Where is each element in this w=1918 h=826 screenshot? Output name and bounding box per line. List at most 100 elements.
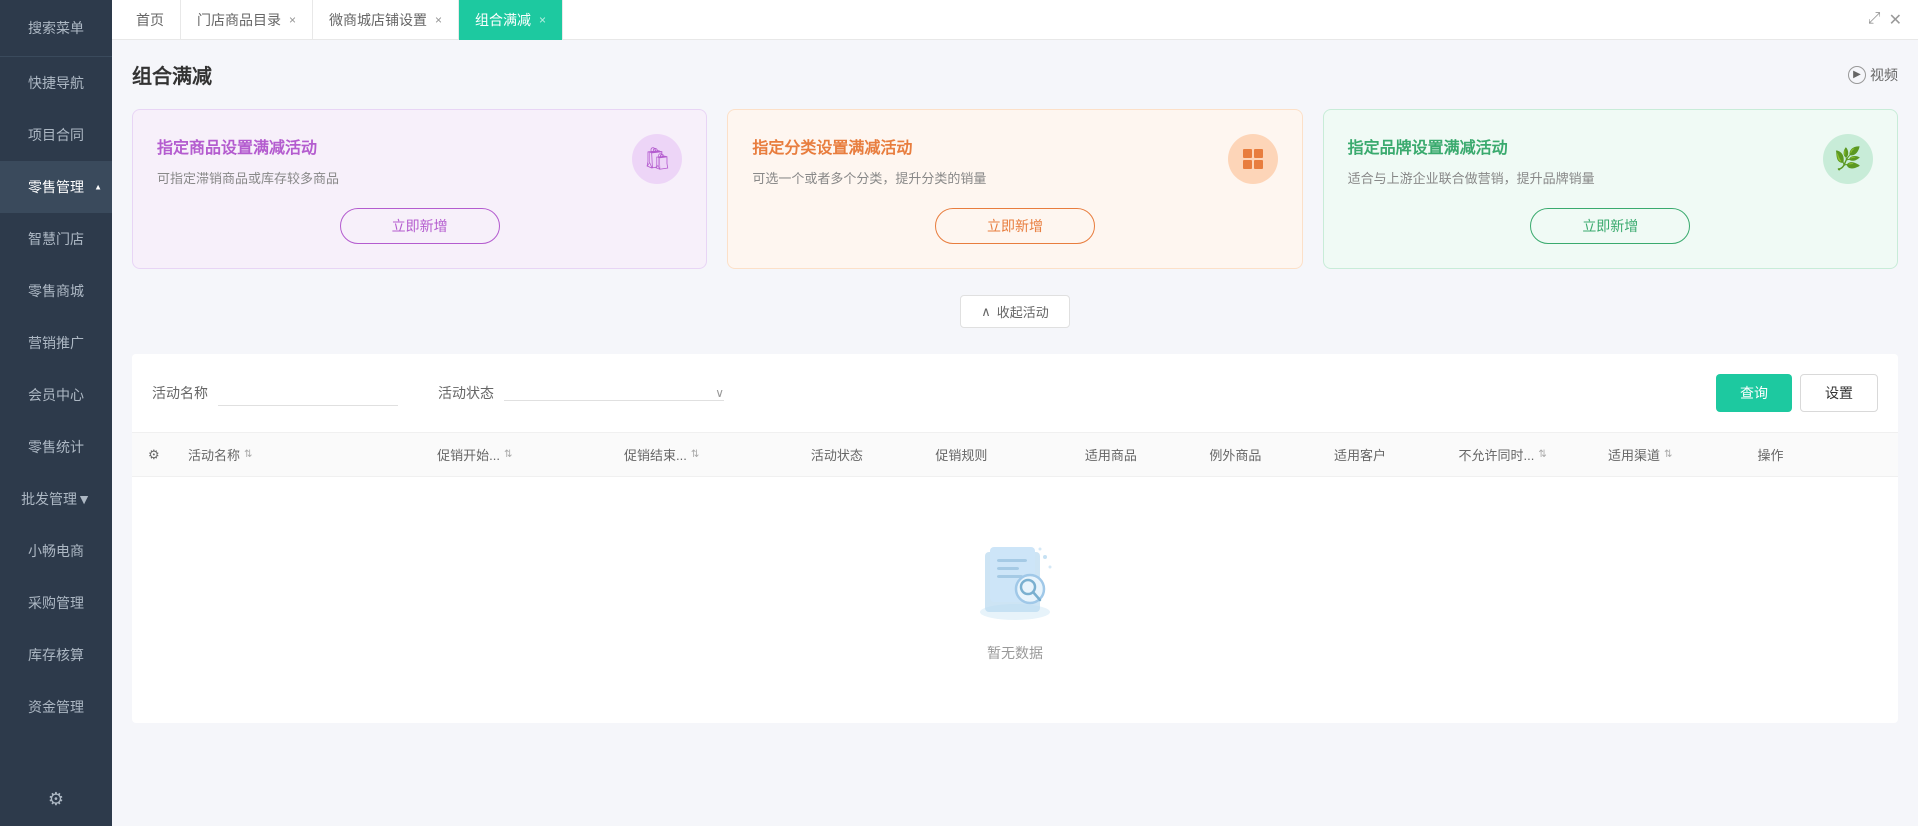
sidebar-settings[interactable]: ⚙ <box>0 773 112 826</box>
card-brand-desc: 适合与上游企业联合做营销，提升品牌销量 <box>1348 168 1873 192</box>
th-status-label: 活动状态 <box>811 445 863 464</box>
card-brand-title: 指定品牌设置满减活动 <box>1348 134 1873 158</box>
sidebar-item-retail-stats[interactable]: 零售统计 <box>0 421 112 473</box>
th-name[interactable]: 活动名称 ⇅ <box>188 445 437 464</box>
sidebar-search[interactable]: 搜索菜单 <box>0 0 112 57</box>
th-customer-label: 适用客户 <box>1334 445 1386 464</box>
cards-row: 🛍 指定商品设置满减活动 可指定滞销商品或库存较多商品 立即新增 指定分类设置满… <box>132 109 1898 269</box>
th-rule-label: 促销规则 <box>935 445 987 464</box>
th-channel[interactable]: 适用渠道 ⇅ <box>1608 445 1757 464</box>
gear-icon: ⚙ <box>148 447 160 463</box>
card-product-title: 指定商品设置满减活动 <box>157 134 682 158</box>
th-end-label: 促销结束... <box>624 445 687 464</box>
card-product-discount: 🛍 指定商品设置满减活动 可指定滞销商品或库存较多商品 立即新增 <box>132 109 707 269</box>
th-customer: 适用客户 <box>1334 445 1459 464</box>
page-header: 组合满减 ▶ 视频 <box>132 60 1898 89</box>
th-except-label: 例外商品 <box>1209 445 1261 464</box>
sidebar-item-member-center[interactable]: 会员中心 <box>0 369 112 421</box>
th-end[interactable]: 促销结束... ⇅ <box>624 445 811 464</box>
page-title: 组合满减 <box>132 60 212 89</box>
tab-product-catalog[interactable]: 门店商品目录 × <box>181 0 313 40</box>
card-category-title: 指定分类设置满减活动 <box>752 134 1277 158</box>
sidebar-item-smart-store[interactable]: 智慧门店 <box>0 213 112 265</box>
close-button[interactable]: ✕ <box>1889 10 1902 30</box>
collapse-button[interactable]: ∧ 收起活动 <box>960 295 1070 328</box>
sidebar-item-finance[interactable]: 资金管理 <box>0 681 112 733</box>
sidebar-item-inventory[interactable]: 库存核算 <box>0 629 112 681</box>
sort-icon-channel: ⇅ <box>1664 449 1672 460</box>
sort-icon-end: ⇅ <box>691 449 699 460</box>
th-notallow[interactable]: 不允许同时... ⇅ <box>1459 445 1608 464</box>
tab-wechat-store-label: 微商城店铺设置 <box>329 10 427 30</box>
tab-combo-discount[interactable]: 组合满减 × <box>459 0 563 40</box>
th-rule: 促销规则 <box>935 445 1084 464</box>
filter-name-label: 活动名称 <box>152 383 208 403</box>
empty-text: 暂无数据 <box>987 643 1043 663</box>
table-header: ⚙ 活动名称 ⇅ 促销开始... ⇅ 促销结束... ⇅ 活动状态 <box>132 432 1898 477</box>
sort-icon-start: ⇅ <box>504 449 512 460</box>
video-label: 视频 <box>1870 65 1898 85</box>
filter-name-input[interactable] <box>218 381 398 406</box>
chevron-down-icon: ∨ <box>715 386 724 400</box>
th-goods: 适用商品 <box>1085 445 1210 464</box>
sidebar-item-quick-nav[interactable]: 快捷导航 <box>0 57 112 109</box>
filter-status-text <box>504 389 715 397</box>
collapse-icon: ∧ <box>981 304 991 320</box>
query-button[interactable]: 查询 <box>1716 374 1792 412</box>
card-brand-add-button[interactable]: 立即新增 <box>1530 208 1690 244</box>
tab-bar: 首页 门店商品目录 × 微商城店铺设置 × 组合满减 × ⤢ ✕ <box>112 0 1918 40</box>
th-action: 操作 <box>1757 445 1882 464</box>
filter-status-select[interactable]: ∨ <box>504 386 724 401</box>
card-product-add-button[interactable]: 立即新增 <box>340 208 500 244</box>
filter-status-label: 活动状态 <box>438 383 494 403</box>
filter-table-container: 活动名称 活动状态 ∨ 查询 设置 <box>132 354 1898 723</box>
card-category-add-button[interactable]: 立即新增 <box>935 208 1095 244</box>
th-start-label: 促销开始... <box>437 445 500 464</box>
sidebar-item-retail-mgmt[interactable]: 零售管理 <box>0 161 112 213</box>
filter-name-field: 活动名称 <box>152 381 398 406</box>
collapse-bar: ∧ 收起活动 <box>132 285 1898 338</box>
tab-wechat-store-close[interactable]: × <box>435 13 442 27</box>
th-status: 活动状态 <box>811 445 936 464</box>
sort-icon-notallow: ⇅ <box>1538 449 1546 460</box>
sidebar-item-project-contract[interactable]: 项目合同 <box>0 109 112 161</box>
tab-product-catalog-label: 门店商品目录 <box>197 10 281 30</box>
tab-home-label: 首页 <box>136 10 164 30</box>
card-category-discount: 指定分类设置满减活动 可选一个或者多个分类，提升分类的销量 立即新增 <box>727 109 1302 269</box>
setting-button[interactable]: 设置 <box>1800 374 1878 412</box>
card-category-desc: 可选一个或者多个分类，提升分类的销量 <box>752 168 1277 192</box>
window-controls: ⤢ ✕ <box>1868 10 1910 30</box>
sidebar-item-purchase-mgmt[interactable]: 采购管理 <box>0 577 112 629</box>
filter-status-field: 活动状态 ∨ <box>438 383 724 403</box>
th-gear[interactable]: ⚙ <box>148 447 188 463</box>
empty-illustration <box>965 537 1065 627</box>
card-brand-icon: 🌿 <box>1823 134 1873 184</box>
tab-wechat-store[interactable]: 微商城店铺设置 × <box>313 0 459 40</box>
th-notallow-label: 不允许同时... <box>1459 445 1535 464</box>
play-icon: ▶ <box>1848 66 1866 84</box>
video-link[interactable]: ▶ 视频 <box>1848 65 1898 85</box>
collapse-label: 收起活动 <box>997 302 1049 321</box>
th-goods-label: 适用商品 <box>1085 445 1137 464</box>
tab-combo-discount-close[interactable]: × <box>539 13 546 27</box>
main-area: 首页 门店商品目录 × 微商城店铺设置 × 组合满减 × ⤢ ✕ 组合满减 ▶ … <box>112 0 1918 826</box>
empty-state: 暂无数据 <box>132 477 1898 723</box>
sidebar-item-xiaochang[interactable]: 小畅电商 <box>0 525 112 577</box>
tab-home[interactable]: 首页 <box>120 0 181 40</box>
card-product-icon: 🛍 <box>632 134 682 184</box>
filter-actions: 查询 设置 <box>1716 374 1878 412</box>
th-start[interactable]: 促销开始... ⇅ <box>437 445 624 464</box>
th-action-label: 操作 <box>1757 445 1783 464</box>
th-except: 例外商品 <box>1209 445 1334 464</box>
th-channel-label: 适用渠道 <box>1608 445 1660 464</box>
tab-combo-discount-label: 组合满减 <box>475 10 531 30</box>
maximize-button[interactable]: ⤢ <box>1868 10 1881 30</box>
card-brand-discount: 🌿 指定品牌设置满减活动 适合与上游企业联合做营销，提升品牌销量 立即新增 <box>1323 109 1898 269</box>
tab-product-catalog-close[interactable]: × <box>289 13 296 27</box>
card-category-icon <box>1228 134 1278 184</box>
sidebar-item-wholesale-mgmt[interactable]: 批发管理 <box>0 473 112 525</box>
sidebar-item-marketing[interactable]: 营销推广 <box>0 317 112 369</box>
page-content: 组合满减 ▶ 视频 🛍 指定商品设置满减活动 可指定滞销商品或库存较多商品 立即… <box>112 40 1918 826</box>
sidebar-item-retail-mall[interactable]: 零售商城 <box>0 265 112 317</box>
filter-bar: 活动名称 活动状态 ∨ 查询 设置 <box>132 354 1898 432</box>
